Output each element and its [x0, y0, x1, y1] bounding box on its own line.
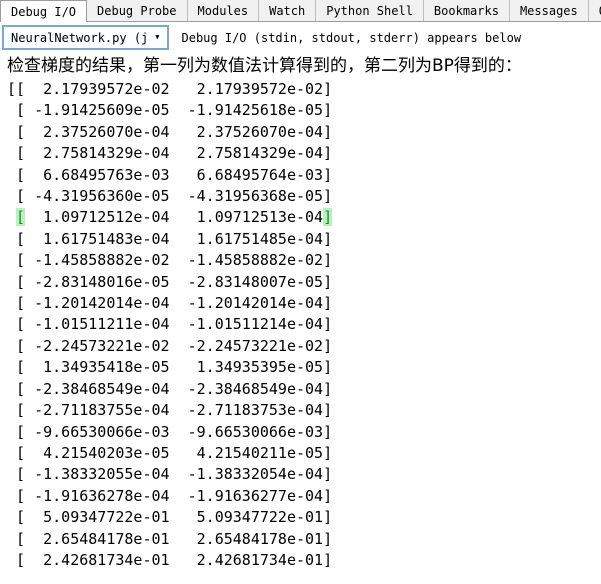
- matrix-row: [ 5.09347722e-01 5.09347722e-01]: [7, 508, 333, 527]
- matrix-row: [ 2.37526070e-04 2.37526070e-04]: [7, 122, 333, 141]
- tab-bookmarks[interactable]: Bookmarks: [423, 0, 510, 21]
- debug-tool-tabbar: Debug I/O Debug Probe Modules Watch Python S…: [0, 0, 601, 22]
- tabbar-bottom-border: [0, 21, 601, 22]
- matrix-row: [ 4.21540203e-05 4.21540211e-05]: [7, 443, 333, 462]
- process-selector-dropdown[interactable]: NeuralNetwork.py (j ▼: [2, 25, 169, 50]
- tab-watch[interactable]: Watch: [259, 0, 317, 21]
- matrix-row: [ 1.61751483e-04 1.61751485e-04]: [7, 229, 333, 248]
- matrix-row: [ -1.45858882e-02 -1.45858882e-02]: [7, 251, 333, 270]
- output-header-line: 检查梯度的结果，第一列为数值法计算得到的，第二列为BP得到的：: [7, 56, 522, 76]
- tab-messages[interactable]: Messages: [509, 0, 589, 21]
- matrix-row: [ -2.83148016e-05 -2.83148007e-05]: [7, 272, 333, 291]
- matrix-row: [ -1.20142014e-04 -1.20142014e-04]: [7, 294, 333, 313]
- matrix-row: [ 1.09712512e-04 1.09712513e-04]: [16, 208, 333, 227]
- tab-python-shell[interactable]: Python Shell: [316, 0, 424, 21]
- bracket-match-highlight-open: [: [16, 208, 26, 227]
- matrix-row: [ -1.38332055e-04 -1.38332054e-04]: [7, 465, 333, 484]
- chevron-down-icon: ▼: [155, 33, 160, 41]
- matrix-row: [ -1.91425609e-05 -1.91425618e-05]: [7, 101, 333, 120]
- matrix-row: [ 2.42681734e-01 2.42681734e-01]: [7, 550, 333, 569]
- gradient-matrix: [[ 2.17939572e-02 2.17939572e-02] [ -1.9…: [0, 79, 601, 571]
- debug-io-caption: Debug I/O (stdin, stdout, stderr) appear…: [181, 30, 522, 45]
- matrix-row: [ 2.75814329e-04 2.75814329e-04]: [7, 144, 333, 163]
- process-selector-label: NeuralNetwork.py (j: [11, 30, 149, 45]
- matrix-row: [ 6.68495763e-03 6.68495764e-03]: [7, 165, 333, 184]
- tab-os-commands[interactable]: OS Commands: [588, 0, 601, 21]
- tab-debug-probe[interactable]: Debug Probe: [87, 0, 188, 21]
- matrix-row: [ -1.01511211e-04 -1.01511214e-04]: [7, 315, 333, 334]
- bracket-match-highlight-close: ]: [323, 208, 333, 227]
- matrix-row: [ -9.66530066e-03 -9.66530066e-03]: [7, 422, 333, 441]
- debug-output-pane[interactable]: 检查梯度的结果，第一列为数值法计算得到的，第二列为BP得到的： [[ 2.179…: [0, 54, 601, 571]
- matrix-row: [ -2.38468549e-04 -2.38468549e-04]: [7, 379, 333, 398]
- matrix-row: [ 2.65484178e-01 2.65484178e-01]: [7, 529, 333, 548]
- matrix-row: [ -4.31956360e-05 -4.31956368e-05]: [7, 187, 333, 206]
- matrix-row: [ -2.71183755e-04 -2.71183753e-04]: [7, 401, 333, 420]
- matrix-row: [ 1.34935418e-05 1.34935395e-05]: [7, 358, 333, 377]
- matrix-row: [ -2.24573221e-02 -2.24573221e-02]: [7, 336, 333, 355]
- tab-modules[interactable]: Modules: [187, 0, 260, 21]
- matrix-row: [ -1.91636278e-04 -1.91636277e-04]: [7, 486, 333, 505]
- debug-io-toolbar: NeuralNetwork.py (j ▼ Debug I/O (stdin, …: [0, 22, 601, 53]
- tab-debug-io[interactable]: Debug I/O: [0, 0, 88, 22]
- matrix-row: [[ 2.17939572e-02 2.17939572e-02]: [7, 80, 333, 98]
